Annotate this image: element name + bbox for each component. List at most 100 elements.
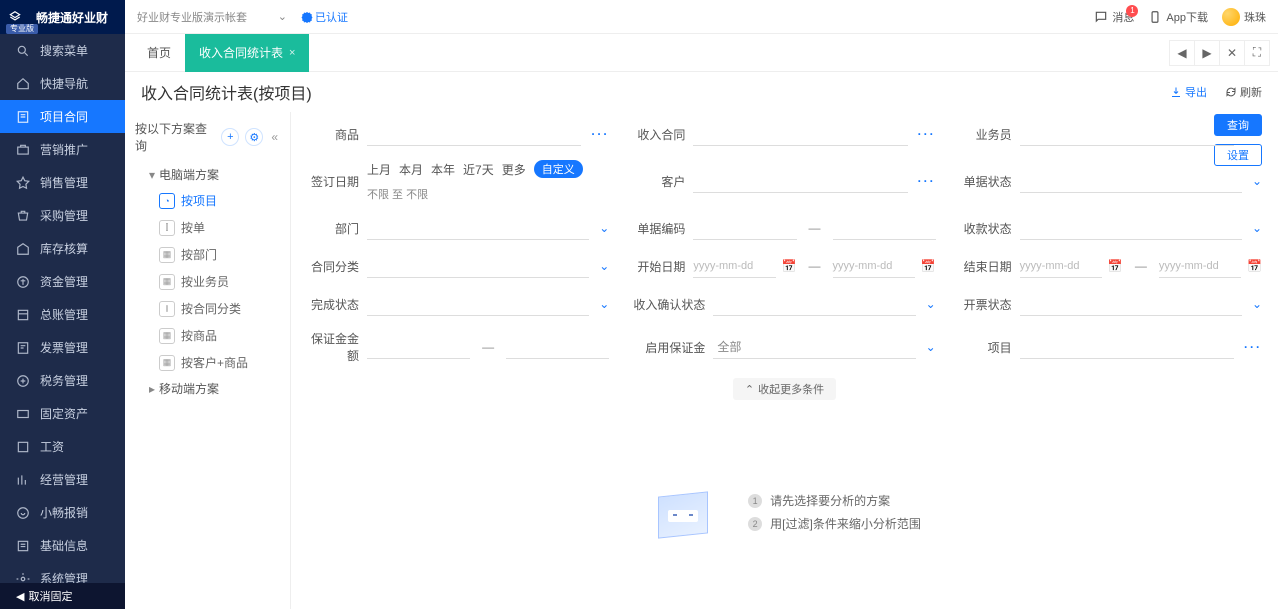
sidebar-salary[interactable]: 工资 bbox=[0, 430, 125, 463]
export-button[interactable]: 导出 bbox=[1170, 84, 1207, 100]
deposit-to[interactable] bbox=[506, 335, 609, 359]
sidebar-baseinfo[interactable]: 基础信息 bbox=[0, 529, 125, 562]
sidebar-purchase[interactable]: 采购管理 bbox=[0, 199, 125, 232]
chevron-down-icon[interactable]: ⌄ bbox=[1248, 297, 1262, 311]
topbar-user[interactable]: 珠珠 bbox=[1222, 8, 1266, 26]
account-selector[interactable]: 好业财专业版演示帐套⌄ bbox=[137, 9, 287, 25]
tabs-close[interactable]: ✕ bbox=[1219, 40, 1245, 66]
invoice-select[interactable] bbox=[1020, 292, 1242, 316]
label-confirm: 收入确认状态 bbox=[633, 296, 713, 313]
tree-group-mobile[interactable]: ▸移动端方案 bbox=[131, 376, 284, 401]
scheme-by-salesman[interactable]: ▦按业务员 bbox=[159, 268, 284, 295]
scheme-panel: 按以下方案查询 + ⚙ « ▾电脑端方案 ◔按项目 ⫿按单 ▦按部门 ▦按业务员… bbox=[125, 112, 291, 609]
chevron-down-icon[interactable]: ⌄ bbox=[1248, 174, 1262, 188]
sidebar-asset[interactable]: 固定资产 bbox=[0, 397, 125, 430]
project-input[interactable] bbox=[1020, 335, 1234, 359]
startdate-from[interactable]: yyyy-mm-dd bbox=[693, 254, 775, 278]
signdate-last7[interactable]: 近7天 bbox=[463, 161, 494, 178]
topbar-messages[interactable]: 消息1 bbox=[1094, 9, 1134, 25]
tree-group-pc[interactable]: ▾电脑端方案 bbox=[131, 162, 284, 187]
docno-from[interactable] bbox=[693, 216, 796, 240]
scheme-by-customer-product[interactable]: ▦按客户+商品 bbox=[159, 349, 284, 376]
scheme-by-doc[interactable]: ⫿按单 bbox=[159, 214, 284, 241]
paystatus-select[interactable] bbox=[1020, 216, 1242, 240]
sidebar-invoice[interactable]: 发票管理 bbox=[0, 331, 125, 364]
contract-input[interactable] bbox=[693, 122, 907, 146]
sidebar-label: 快捷导航 bbox=[40, 75, 88, 92]
enddate-to[interactable]: yyyy-mm-dd bbox=[1159, 254, 1241, 278]
messages-badge: 1 bbox=[1126, 5, 1138, 17]
dept-select[interactable] bbox=[367, 216, 589, 240]
tab-home[interactable]: 首页 bbox=[133, 34, 185, 72]
chevron-down-icon[interactable]: ⌄ bbox=[922, 297, 936, 311]
sidebar-search[interactable]: 搜索菜单 bbox=[0, 34, 125, 67]
category-select[interactable] bbox=[367, 254, 589, 278]
calendar-icon[interactable]: 📅 bbox=[921, 259, 936, 273]
docstatus-select[interactable] bbox=[1020, 169, 1242, 193]
sidebar-project-contract[interactable]: 项目合同 bbox=[0, 100, 125, 133]
add-scheme-button[interactable]: + bbox=[221, 128, 239, 146]
verified-label: 已认证 bbox=[315, 9, 348, 25]
chevron-down-icon[interactable]: ⌄ bbox=[595, 221, 609, 235]
scheme-by-product[interactable]: ▦按商品 bbox=[159, 322, 284, 349]
sidebar-quicknav[interactable]: 快捷导航 bbox=[0, 67, 125, 100]
confirm-select[interactable] bbox=[713, 292, 915, 316]
scheme-by-project[interactable]: ◔按项目 bbox=[159, 187, 284, 214]
sidebar-tax[interactable]: 税务管理 bbox=[0, 364, 125, 397]
sidebar-reimburse[interactable]: 小畅报销 bbox=[0, 496, 125, 529]
calendar-icon[interactable]: 📅 bbox=[1247, 259, 1262, 273]
customer-picker-icon[interactable]: ··· bbox=[914, 174, 936, 188]
signdate-custom[interactable]: 自定义 bbox=[534, 160, 583, 178]
docno-to[interactable] bbox=[833, 216, 936, 240]
product-picker-icon[interactable]: ··· bbox=[587, 127, 609, 141]
enddate-from[interactable]: yyyy-mm-dd bbox=[1020, 254, 1102, 278]
deposit-from[interactable] bbox=[367, 335, 470, 359]
label-project: 项目 bbox=[960, 339, 1020, 356]
signdate-more[interactable]: 更多 bbox=[502, 161, 526, 178]
chevron-down-icon[interactable]: ⌄ bbox=[1248, 221, 1262, 235]
chevron-down-icon[interactable]: ⌄ bbox=[595, 259, 609, 273]
close-icon[interactable]: × bbox=[289, 47, 295, 59]
scheme-by-category[interactable]: ⫾按合同分类 bbox=[159, 295, 284, 322]
collapse-panel-button[interactable]: « bbox=[269, 130, 280, 144]
tabs-prev[interactable]: ◀ bbox=[1169, 40, 1195, 66]
download-label: App下载 bbox=[1166, 9, 1208, 25]
tabs-fullscreen[interactable]: ⛶ bbox=[1244, 40, 1270, 66]
salesman-picker-icon[interactable]: ··· bbox=[1240, 127, 1262, 141]
collapse-filters-button[interactable]: ⌃收起更多条件 bbox=[733, 378, 836, 400]
chevron-down-icon: ⌄ bbox=[278, 10, 287, 23]
calendar-icon[interactable]: 📅 bbox=[782, 259, 797, 273]
finish-select[interactable] bbox=[367, 292, 589, 316]
contract-picker-icon[interactable]: ··· bbox=[914, 127, 936, 141]
usedeposit-select[interactable]: 全部 bbox=[713, 335, 915, 359]
salesman-input[interactable] bbox=[1020, 122, 1234, 146]
sidebar-ledger[interactable]: 总账管理 bbox=[0, 298, 125, 331]
calendar-icon[interactable]: 📅 bbox=[1108, 259, 1123, 273]
tabs-next[interactable]: ▶ bbox=[1194, 40, 1220, 66]
settings-button[interactable]: 设置 bbox=[1214, 144, 1262, 166]
refresh-button[interactable]: 刷新 bbox=[1225, 84, 1262, 100]
startdate-to[interactable]: yyyy-mm-dd bbox=[833, 254, 915, 278]
verified-badge[interactable]: 已认证 bbox=[301, 9, 348, 25]
product-input[interactable] bbox=[367, 122, 581, 146]
leaf-label: 按客户+商品 bbox=[181, 354, 248, 371]
sidebar-unpin[interactable]: ◀取消固定 bbox=[0, 583, 125, 609]
project-picker-icon[interactable]: ··· bbox=[1240, 340, 1262, 354]
tab-contract-report[interactable]: 收入合同统计表× bbox=[185, 34, 309, 72]
signdate-lastmonth[interactable]: 上月 bbox=[367, 161, 391, 178]
chevron-down-icon[interactable]: ⌄ bbox=[922, 340, 936, 354]
sidebar-marketing[interactable]: 营销推广 bbox=[0, 133, 125, 166]
sidebar-operation[interactable]: 经营管理 bbox=[0, 463, 125, 496]
chevron-down-icon[interactable]: ⌄ bbox=[595, 297, 609, 311]
sidebar-inventory[interactable]: 库存核算 bbox=[0, 232, 125, 265]
label-docno: 单据编码 bbox=[633, 220, 693, 237]
signdate-thismonth[interactable]: 本月 bbox=[399, 161, 423, 178]
range-dash: — bbox=[803, 259, 827, 273]
topbar-download[interactable]: App下载 bbox=[1148, 9, 1208, 25]
signdate-thisyear[interactable]: 本年 bbox=[431, 161, 455, 178]
scheme-by-dept[interactable]: ▦按部门 bbox=[159, 241, 284, 268]
scheme-settings-button[interactable]: ⚙ bbox=[245, 128, 263, 146]
sidebar-fund[interactable]: 资金管理 bbox=[0, 265, 125, 298]
sidebar-sales[interactable]: 销售管理 bbox=[0, 166, 125, 199]
customer-input[interactable] bbox=[693, 169, 907, 193]
